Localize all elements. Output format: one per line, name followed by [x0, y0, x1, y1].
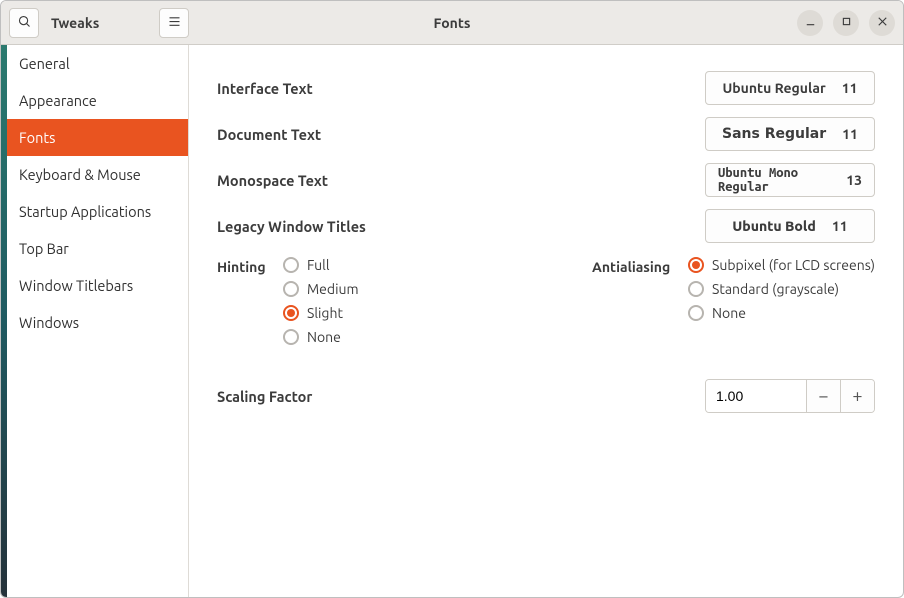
sidebar-item-appearance[interactable]: Appearance — [7, 82, 188, 119]
radio-icon — [283, 257, 299, 273]
radio-label: Standard (grayscale) — [712, 281, 839, 297]
antialiasing-option-none[interactable]: None — [688, 305, 875, 321]
font-family: Ubuntu Bold — [732, 218, 815, 234]
sidebar-item-fonts[interactable]: Fonts — [7, 119, 188, 156]
antialiasing-option-subpixel-for-lcd-screens-[interactable]: Subpixel (for LCD screens) — [688, 257, 875, 273]
sidebar-item-general[interactable]: General — [7, 45, 188, 82]
render-options-row: Hinting Full Medium Slight None Antialiasin… — [217, 257, 875, 345]
maximize-button[interactable] — [833, 10, 859, 36]
radio-label: None — [307, 329, 341, 345]
hinting-title: Hinting — [217, 257, 273, 345]
page-title: Fonts — [433, 15, 470, 31]
radio-icon — [283, 305, 299, 321]
radio-label: Subpixel (for LCD screens) — [712, 257, 875, 273]
sidebar: GeneralAppearanceFontsKeyboard & MouseSt… — [7, 45, 189, 597]
font-size: 11 — [842, 126, 858, 142]
font-selector-document[interactable]: Sans Regular 11 — [705, 117, 875, 151]
row-scaling-factor: Scaling Factor − + — [217, 379, 875, 413]
sidebar-item-startup-applications[interactable]: Startup Applications — [7, 193, 188, 230]
search-button[interactable] — [9, 8, 39, 38]
font-selector-interface[interactable]: Ubuntu Regular 11 — [705, 71, 875, 105]
radio-icon — [283, 281, 299, 297]
radio-icon — [688, 281, 704, 297]
radio-label: Slight — [307, 305, 343, 321]
hinting-option-none[interactable]: None — [283, 329, 359, 345]
sidebar-item-keyboard-mouse[interactable]: Keyboard & Mouse — [7, 156, 188, 193]
hinting-options: Full Medium Slight None — [283, 257, 359, 345]
plus-icon: + — [852, 386, 862, 406]
font-size: 11 — [842, 80, 858, 96]
app-title: Tweaks — [51, 15, 99, 31]
font-family: Ubuntu Regular — [722, 80, 825, 96]
label-document-text: Document Text — [217, 126, 477, 143]
radio-icon — [688, 257, 704, 273]
label-legacy-titles: Legacy Window Titles — [217, 218, 477, 235]
minus-icon: − — [818, 386, 828, 406]
font-family: Sans Regular — [722, 126, 826, 142]
menu-button[interactable] — [159, 8, 189, 38]
font-size: 13 — [846, 172, 862, 188]
antialiasing-group: Antialiasing Subpixel (for LCD screens)S… — [592, 257, 875, 345]
titlebar-left: Tweaks — [9, 8, 189, 38]
sidebar-item-windows[interactable]: Windows — [7, 304, 188, 341]
maximize-icon — [839, 14, 854, 32]
radio-icon — [283, 329, 299, 345]
titlebar: Tweaks Fonts — [1, 1, 903, 45]
minimize-icon — [803, 14, 818, 32]
radio-label: Full — [307, 257, 329, 273]
row-legacy-titles: Legacy Window Titles Ubuntu Bold 11 — [217, 209, 875, 243]
app-window: Tweaks Fonts GeneralAppearanceFontsKeybo… — [0, 0, 904, 598]
radio-label: None — [712, 305, 746, 321]
hinting-option-slight[interactable]: Slight — [283, 305, 359, 321]
scaling-increment[interactable]: + — [840, 380, 874, 412]
font-family: Ubuntu Mono Regular — [718, 166, 830, 194]
row-interface-text: Interface Text Ubuntu Regular 11 — [217, 71, 875, 105]
radio-icon — [688, 305, 704, 321]
close-button[interactable] — [869, 10, 895, 36]
window-body: GeneralAppearanceFontsKeyboard & MouseSt… — [1, 45, 903, 597]
row-monospace-text: Monospace Text Ubuntu Mono Regular 13 — [217, 163, 875, 197]
antialiasing-title: Antialiasing — [592, 257, 678, 345]
label-interface-text: Interface Text — [217, 80, 477, 97]
search-icon — [17, 14, 32, 32]
font-size: 11 — [832, 218, 848, 234]
font-selector-legacy[interactable]: Ubuntu Bold 11 — [705, 209, 875, 243]
hinting-option-medium[interactable]: Medium — [283, 281, 359, 297]
scaling-decrement[interactable]: − — [806, 380, 840, 412]
radio-label: Medium — [307, 281, 359, 297]
label-monospace-text: Monospace Text — [217, 172, 477, 189]
minimize-button[interactable] — [797, 10, 823, 36]
row-document-text: Document Text Sans Regular 11 — [217, 117, 875, 151]
sidebar-item-window-titlebars[interactable]: Window Titlebars — [7, 267, 188, 304]
scaling-input[interactable] — [706, 380, 806, 412]
font-selector-monospace[interactable]: Ubuntu Mono Regular 13 — [705, 163, 875, 197]
scaling-spinbutton: − + — [705, 379, 875, 413]
sidebar-item-top-bar[interactable]: Top Bar — [7, 230, 188, 267]
close-icon — [875, 14, 890, 32]
content-pane: Interface Text Ubuntu Regular 11 Documen… — [189, 45, 903, 597]
window-controls — [797, 10, 895, 36]
antialiasing-option-standard-grayscale-[interactable]: Standard (grayscale) — [688, 281, 875, 297]
hamburger-icon — [167, 14, 182, 32]
label-scaling-factor: Scaling Factor — [217, 388, 477, 405]
antialiasing-options: Subpixel (for LCD screens) Standard (gray… — [688, 257, 875, 345]
hinting-option-full[interactable]: Full — [283, 257, 359, 273]
hinting-group: Hinting Full Medium Slight None — [217, 257, 359, 345]
